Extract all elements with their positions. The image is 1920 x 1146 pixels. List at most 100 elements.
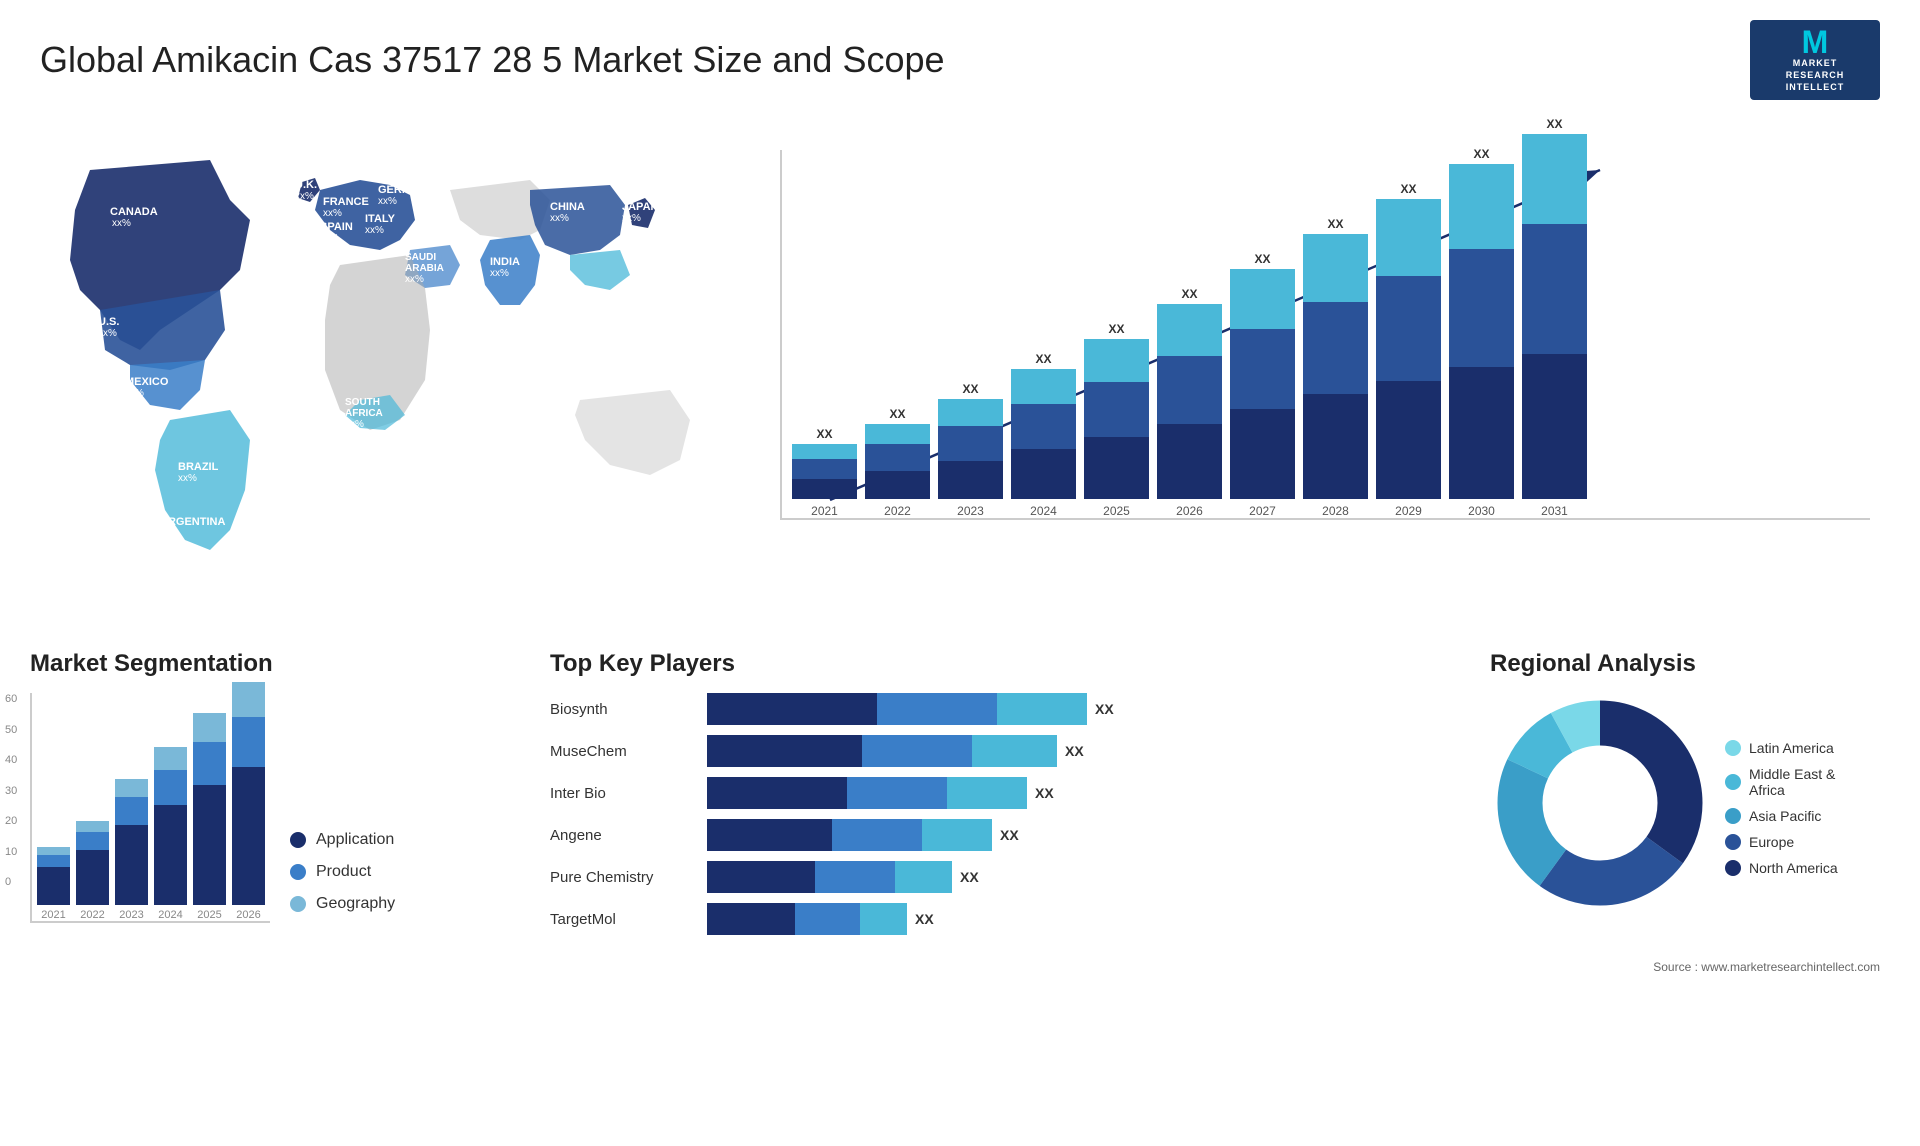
svg-text:xx%: xx% bbox=[365, 225, 384, 236]
application-dot bbox=[290, 832, 306, 848]
svg-text:SAUDI: SAUDI bbox=[405, 252, 436, 263]
player-xx-biosynth: XX bbox=[1095, 701, 1114, 717]
svg-text:xx%: xx% bbox=[550, 213, 569, 224]
logo-text: MARKETRESEARCHINTELLECT bbox=[1786, 58, 1845, 93]
player-name-targetmol: TargetMol bbox=[550, 911, 695, 928]
latin-america-label: Latin America bbox=[1749, 740, 1834, 756]
player-xx-purechemistry: XX bbox=[960, 869, 979, 885]
svg-text:GERMANY: GERMANY bbox=[378, 184, 435, 196]
player-bar-biosynth: XX bbox=[707, 693, 1470, 725]
player-name-musechem: MuseChem bbox=[550, 743, 695, 760]
legend-product: Product bbox=[290, 863, 395, 881]
regional-section: Regional Analysis bbox=[1490, 650, 1890, 935]
seg-bar-2026: 2026 bbox=[232, 682, 265, 921]
middle-east-dot bbox=[1725, 774, 1741, 790]
logo: M MARKETRESEARCHINTELLECT bbox=[1750, 20, 1880, 100]
seg-bar-2023: 2023 bbox=[115, 779, 148, 921]
bar-group-2029: XX 2029 bbox=[1376, 182, 1441, 518]
player-bar-interbio: XX bbox=[707, 777, 1470, 809]
svg-text:ARGENTINA: ARGENTINA bbox=[160, 516, 225, 528]
asia-pacific-label: Asia Pacific bbox=[1749, 808, 1821, 824]
player-bar-musechem: XX bbox=[707, 735, 1470, 767]
bar-group-2022: XX 2022 bbox=[865, 407, 930, 518]
product-label: Product bbox=[316, 863, 371, 881]
legend-latin-america: Latin America bbox=[1725, 740, 1838, 756]
svg-text:SPAIN: SPAIN bbox=[320, 221, 353, 233]
player-xx-interbio: XX bbox=[1035, 785, 1054, 801]
bars-container: XX 2021 XX 2022 bbox=[780, 150, 1870, 520]
svg-text:INDIA: INDIA bbox=[490, 256, 520, 268]
player-bar-angene: XX bbox=[707, 819, 1470, 851]
segmentation-section: Market Segmentation 0 10 20 30 40 50 60 bbox=[30, 650, 530, 935]
svg-text:xx%: xx% bbox=[490, 268, 509, 279]
bottom-content: Market Segmentation 0 10 20 30 40 50 60 bbox=[0, 630, 1920, 955]
player-xx-angene: XX bbox=[1000, 827, 1019, 843]
bar-chart: XX 2021 XX 2022 bbox=[750, 150, 1870, 590]
player-bar-targetmol: XX bbox=[707, 903, 1470, 935]
player-row-angene: Angene XX bbox=[550, 819, 1470, 851]
segmentation-title: Market Segmentation bbox=[30, 650, 530, 678]
svg-text:xx%: xx% bbox=[622, 213, 641, 224]
logo-area: M MARKETRESEARCHINTELLECT bbox=[1750, 20, 1880, 100]
legend-europe: Europe bbox=[1725, 834, 1838, 850]
player-row-purechemistry: Pure Chemistry XX bbox=[550, 861, 1470, 893]
player-row-interbio: Inter Bio XX bbox=[550, 777, 1470, 809]
seg-bar-2025: 2025 bbox=[193, 713, 226, 921]
svg-text:BRAZIL: BRAZIL bbox=[178, 461, 219, 473]
svg-text:xx%: xx% bbox=[98, 328, 117, 339]
svg-text:AFRICA: AFRICA bbox=[345, 408, 383, 419]
seg-bar-chart: 0 10 20 30 40 50 60 bbox=[30, 693, 270, 923]
legend-asia-pacific: Asia Pacific bbox=[1725, 808, 1838, 824]
regional-title: Regional Analysis bbox=[1490, 650, 1890, 678]
europe-label: Europe bbox=[1749, 834, 1794, 850]
players-section: Top Key Players Biosynth XX MuseChem bbox=[550, 650, 1470, 935]
svg-text:MEXICO: MEXICO bbox=[125, 376, 169, 388]
svg-text:xx%: xx% bbox=[345, 419, 364, 430]
legend-geography: Geography bbox=[290, 895, 395, 913]
logo-letter: M bbox=[1802, 26, 1829, 58]
world-map: CANADA xx% U.S. xx% MEXICO xx% BRAZIL xx… bbox=[30, 110, 730, 590]
svg-text:xx%: xx% bbox=[178, 473, 197, 484]
map-section: CANADA xx% U.S. xx% MEXICO xx% BRAZIL xx… bbox=[30, 110, 730, 630]
north-america-label: North America bbox=[1749, 860, 1838, 876]
seg-bars: 2021 2022 bbox=[30, 693, 270, 923]
donut-svg bbox=[1490, 693, 1710, 913]
player-name-angene: Angene bbox=[550, 827, 695, 844]
player-name-biosynth: Biosynth bbox=[550, 701, 695, 718]
svg-text:U.K.: U.K. bbox=[295, 179, 317, 191]
svg-text:CANADA: CANADA bbox=[110, 206, 158, 218]
svg-text:xx%: xx% bbox=[295, 191, 314, 202]
header: Global Amikacin Cas 37517 28 5 Market Si… bbox=[0, 0, 1920, 110]
bar-group-2028: XX 2028 bbox=[1303, 217, 1368, 518]
bar-group-2023: XX 2023 bbox=[938, 382, 1003, 518]
seg-legend: Application Product Geography bbox=[290, 831, 395, 923]
legend-application: Application bbox=[290, 831, 395, 849]
source-line: Source : www.marketresearchintellect.com bbox=[0, 955, 1920, 979]
player-row-musechem: MuseChem XX bbox=[550, 735, 1470, 767]
svg-text:JAPAN: JAPAN bbox=[622, 201, 659, 213]
bar-group-2025: XX 2025 bbox=[1084, 322, 1149, 518]
north-america-dot bbox=[1725, 860, 1741, 876]
seg-bar-2024: 2024 bbox=[154, 747, 187, 921]
svg-text:CHINA: CHINA bbox=[550, 201, 585, 213]
player-xx-musechem: XX bbox=[1065, 743, 1084, 759]
middle-east-label: Middle East &Africa bbox=[1749, 766, 1835, 798]
bar-chart-section: XX 2021 XX 2022 bbox=[730, 110, 1890, 630]
bar-group-2030: XX 2030 bbox=[1449, 147, 1514, 518]
regional-legend: Latin America Middle East &Africa Asia P… bbox=[1725, 740, 1838, 876]
bar-group-2024: XX 2024 bbox=[1011, 352, 1076, 518]
geography-dot bbox=[290, 896, 306, 912]
svg-text:xx%: xx% bbox=[405, 274, 424, 285]
svg-text:ARABIA: ARABIA bbox=[405, 263, 444, 274]
product-dot bbox=[290, 864, 306, 880]
geography-label: Geography bbox=[316, 895, 395, 913]
application-label: Application bbox=[316, 831, 394, 849]
svg-text:SOUTH: SOUTH bbox=[345, 397, 380, 408]
svg-text:xx%: xx% bbox=[320, 233, 339, 244]
svg-text:xx%: xx% bbox=[125, 388, 144, 399]
player-name-purechemistry: Pure Chemistry bbox=[550, 869, 695, 886]
svg-text:ITALY: ITALY bbox=[365, 213, 396, 225]
latin-america-dot bbox=[1725, 740, 1741, 756]
bar-group-2021: XX 2021 bbox=[792, 427, 857, 518]
svg-text:U.S.: U.S. bbox=[98, 316, 119, 328]
